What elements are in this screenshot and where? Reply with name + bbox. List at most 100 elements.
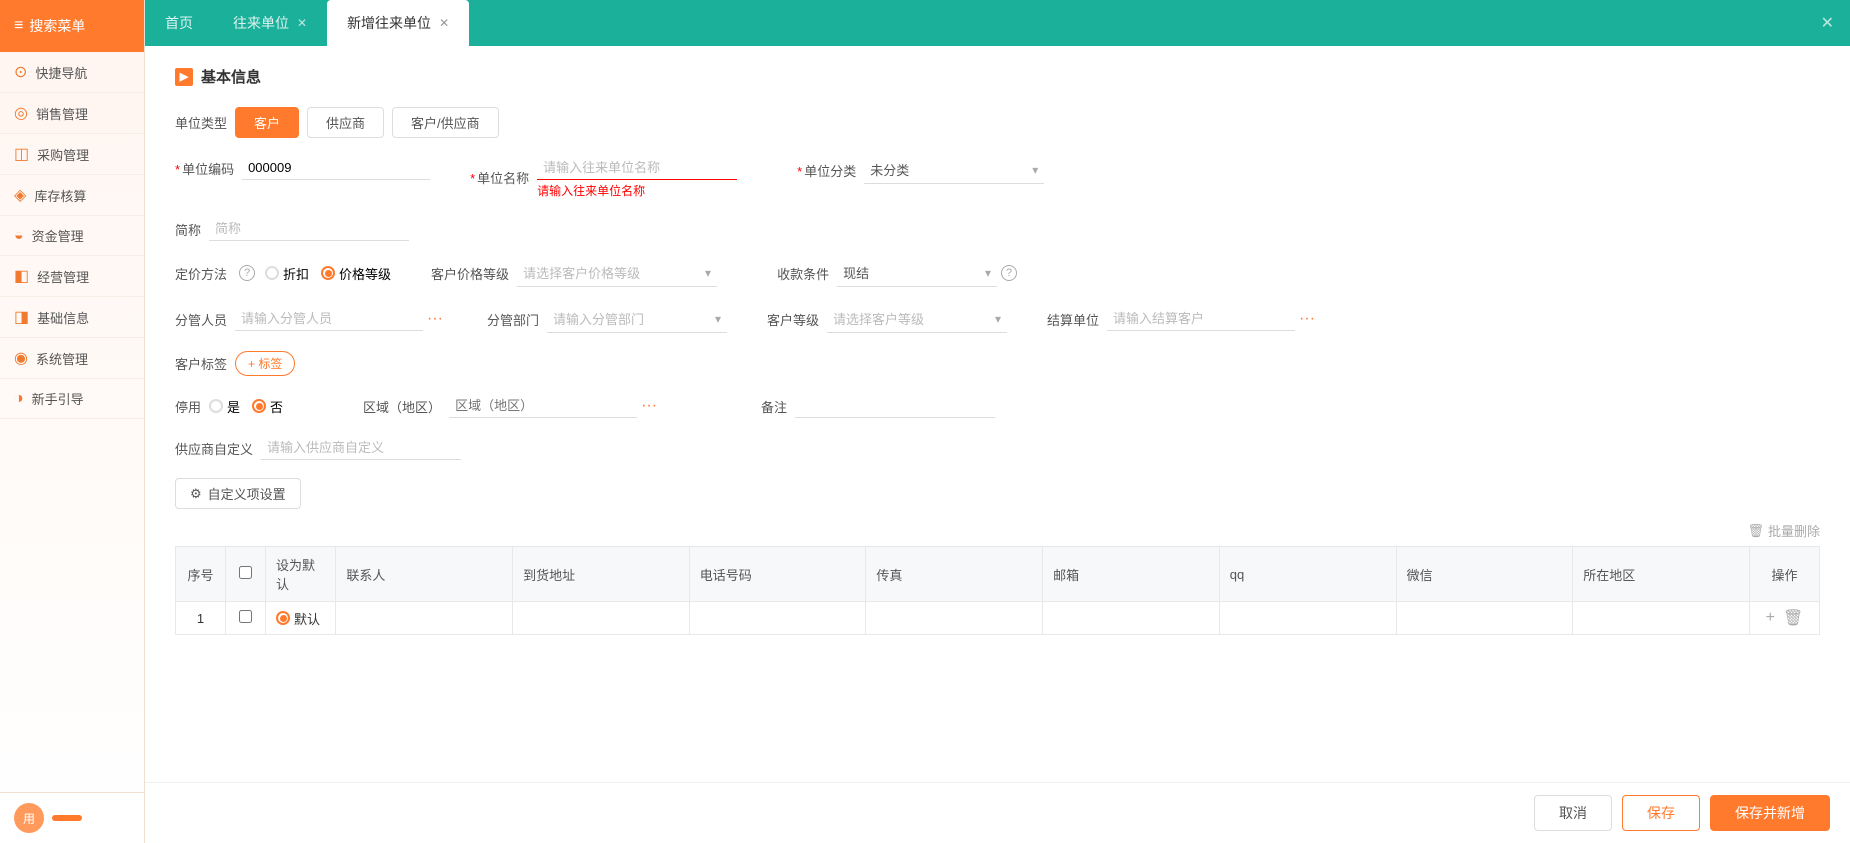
row-contact[interactable] (336, 602, 513, 635)
disabled-radio-group: 是 否 (209, 397, 283, 416)
disabled-yes-label: 是 (227, 397, 240, 416)
row-phone[interactable] (689, 602, 866, 635)
row-index: 1 (176, 602, 226, 635)
tab-new-partner-close[interactable]: ✕ (439, 16, 449, 30)
row-actions: + 🗑 (1750, 602, 1820, 635)
manager-dots-btn[interactable]: ··· (423, 310, 447, 328)
row-wechat-input[interactable] (1407, 611, 1563, 626)
disabled-radio-yes[interactable]: 是 (209, 397, 240, 416)
row-contact-input[interactable] (346, 611, 502, 626)
batch-delete-area[interactable]: 🗑 批量删除 (175, 521, 1820, 540)
row-address[interactable] (513, 602, 690, 635)
row-default-label: 默认 (294, 609, 320, 628)
sidebar-item-sales[interactable]: ◎ 销售管理 (0, 93, 144, 134)
row-qq-input[interactable] (1230, 611, 1386, 626)
sidebar-item-guide[interactable]: ◑ 新手引导 (0, 379, 144, 419)
row-region[interactable] (1573, 602, 1750, 635)
sidebar-footer: 用 (0, 792, 144, 843)
row-add-btn[interactable]: + (1766, 609, 1775, 627)
pricing-radio-price-level[interactable]: 价格等级 (321, 264, 391, 283)
row-qq[interactable] (1219, 602, 1396, 635)
unit-type-label: 单位类型 (175, 113, 227, 132)
row-checkbox[interactable] (239, 610, 252, 623)
pricing-discount-label: 折扣 (283, 264, 309, 283)
region-input[interactable] (449, 394, 637, 418)
sidebar-search[interactable]: ≡ 搜索菜单 (0, 10, 144, 42)
basic-icon: ◨ (14, 307, 29, 327)
tab-partners-label: 往来单位 (233, 13, 289, 33)
pricing-radio-discount[interactable]: 折扣 (265, 264, 309, 283)
price-level-group: 客户价格等级 请选择客户价格等级 ▾ (431, 259, 717, 287)
sidebar-item-operation[interactable]: ◧ 经营管理 (0, 256, 144, 297)
row-region-input[interactable] (1583, 611, 1739, 626)
abbr-label: 简称 (175, 220, 201, 239)
name-label: 单位名称 (470, 168, 529, 187)
settle-input[interactable] (1107, 307, 1295, 331)
pricing-discount-circle (265, 266, 279, 280)
row-email-input[interactable] (1053, 611, 1209, 626)
row-wechat[interactable] (1396, 602, 1573, 635)
pricing-label: 定价方法 (175, 264, 227, 283)
price-level-arrow-icon: ▾ (705, 266, 711, 280)
select-all-checkbox[interactable] (239, 566, 252, 579)
tab-partners[interactable]: 往来单位 ✕ (213, 0, 327, 46)
supplier-custom-label: 供应商自定义 (175, 439, 253, 458)
customer-level-select[interactable]: 请选择客户等级 ▾ (827, 305, 1007, 333)
batch-delete-label: 批量删除 (1768, 521, 1820, 540)
dept-select[interactable]: 请输入分管部门 ▾ (547, 305, 727, 333)
sidebar-item-system[interactable]: ◉ 系统管理 (0, 338, 144, 379)
finance-icon: ◒ (14, 227, 24, 245)
sidebar-item-purchase[interactable]: ◫ 采购管理 (0, 134, 144, 175)
th-index: 序号 (176, 547, 226, 602)
row-default-radio[interactable]: 默认 (276, 609, 325, 628)
row-phone-input[interactable] (700, 611, 856, 626)
code-input[interactable] (242, 156, 430, 180)
row-address-input[interactable] (523, 611, 679, 626)
tabs-bar: 首页 往来单位 ✕ 新增往来单位 ✕ ✕ (145, 0, 1850, 46)
save-button[interactable]: 保存 (1622, 795, 1700, 831)
sidebar-item-label: 快捷导航 (35, 63, 87, 82)
save-new-button[interactable]: 保存并新增 (1710, 795, 1830, 831)
payment-help-icon[interactable]: ? (1001, 265, 1017, 281)
row-fax[interactable] (866, 602, 1043, 635)
unit-btn-supplier[interactable]: 供应商 (307, 107, 384, 138)
remark-input[interactable] (795, 394, 995, 418)
pricing-help-icon[interactable]: ? (239, 265, 255, 281)
table-row: 1 默认 (176, 602, 1820, 635)
custom-settings-button[interactable]: ⚙ 自定义项设置 (175, 478, 301, 509)
region-dots-btn[interactable]: ··· (637, 397, 661, 415)
name-input[interactable] (537, 156, 737, 180)
tab-home[interactable]: 首页 (145, 0, 213, 46)
close-all-tabs[interactable]: ✕ (1805, 13, 1850, 33)
unit-btn-customer[interactable]: 客户 (235, 107, 299, 138)
category-group: 单位分类 未分类 ▾ (797, 156, 1044, 184)
quick-nav-icon: ⊙ (14, 62, 27, 82)
sidebar-item-inventory[interactable]: ◈ 库存核算 (0, 175, 144, 216)
th-email: 邮箱 (1043, 547, 1220, 602)
sidebar-search-label: 搜索菜单 (29, 16, 85, 36)
settle-dots-btn[interactable]: ··· (1295, 310, 1319, 328)
row-fax-input[interactable] (876, 611, 1032, 626)
unit-btn-both[interactable]: 客户/供应商 (392, 107, 499, 138)
tab-new-partner[interactable]: 新增往来单位 ✕ (327, 0, 469, 46)
sidebar-item-finance[interactable]: ◒ 资金管理 (0, 216, 144, 256)
th-default: 设为默认 (266, 547, 336, 602)
code-group: 单位编码 (175, 156, 430, 180)
payment-select[interactable]: 现结 ▾ (837, 259, 997, 287)
supplier-custom-input[interactable] (261, 436, 461, 460)
disabled-radio-no[interactable]: 否 (252, 397, 283, 416)
sidebar-item-basic[interactable]: ◨ 基础信息 (0, 297, 144, 338)
price-level-select[interactable]: 请选择客户价格等级 ▾ (517, 259, 717, 287)
manager-input[interactable] (235, 307, 423, 331)
tab-partners-close[interactable]: ✕ (297, 16, 307, 30)
tag-add-button[interactable]: + 标签 (235, 351, 295, 376)
sidebar-item-label: 基础信息 (37, 308, 89, 327)
abbr-input[interactable] (209, 217, 409, 241)
row-email[interactable] (1043, 602, 1220, 635)
sidebar-item-label: 销售管理 (36, 104, 88, 123)
cancel-button[interactable]: 取消 (1534, 795, 1612, 831)
tag-add-label: + 标签 (248, 355, 282, 372)
row-delete-btn[interactable]: 🗑 (1783, 608, 1803, 628)
sidebar-item-quick-nav[interactable]: ⊙ 快捷导航 (0, 52, 144, 93)
category-select[interactable]: 未分类 ▾ (864, 156, 1044, 184)
